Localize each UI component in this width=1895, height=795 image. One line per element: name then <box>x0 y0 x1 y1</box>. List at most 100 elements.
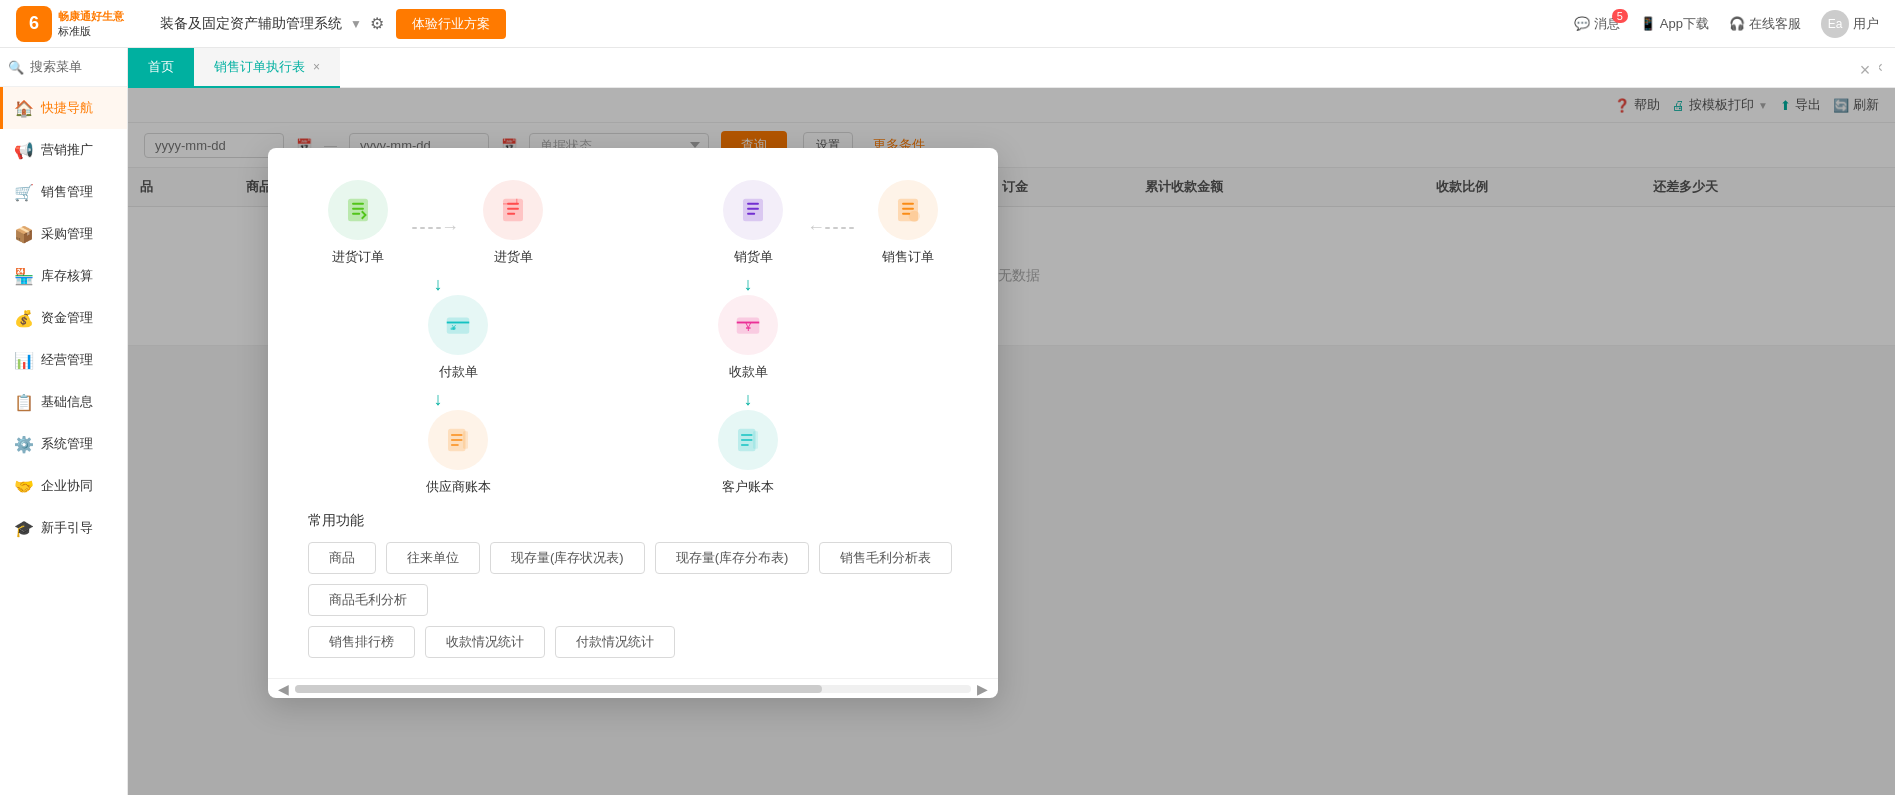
tab-home[interactable]: 首页 <box>128 48 194 88</box>
flow-node-supplier-ledger[interactable]: 供应商账本 <box>408 410 508 496</box>
sidebar-item-label: 新手引导 <box>41 519 93 537</box>
payment-label: 付款单 <box>439 363 478 381</box>
finance-icon: 💰 <box>15 309 33 327</box>
modal-scrollbar[interactable]: ◀ ▶ <box>268 678 998 698</box>
online-service-btn[interactable]: 🎧 在线客服 <box>1729 15 1801 33</box>
scrollbar-thumb <box>295 685 822 693</box>
logo-icon: 6 <box>16 6 52 42</box>
common-btn-payment-stats[interactable]: 付款情况统计 <box>555 626 675 658</box>
sales-icon: 🛒 <box>15 183 33 201</box>
scroll-right-icon[interactable]: ▶ <box>977 681 988 697</box>
sidebar-item-enterprise[interactable]: 🤝 企业协同 <box>0 465 127 507</box>
purchase-order-label: 进货订单 <box>332 248 384 266</box>
flow-node-receipt[interactable]: ¥ 收款单 <box>698 295 798 381</box>
sidebar-item-quick-nav[interactable]: 🏠 快捷导航 <box>0 87 127 129</box>
scroll-left-icon[interactable]: ◀ <box>278 681 289 697</box>
sidebar-item-newbie[interactable]: 🎓 新手引导 <box>0 507 127 549</box>
sidebar-item-system[interactable]: ⚙️ 系统管理 <box>0 423 127 465</box>
tab-close-icon[interactable]: × <box>313 60 320 74</box>
common-btn-receipt-stats[interactable]: 收款情况统计 <box>425 626 545 658</box>
arrow-h-1: → <box>408 217 463 238</box>
sidebar-item-finance[interactable]: 💰 资金管理 <box>0 297 127 339</box>
flow-node-purchase-order[interactable]: 进货订单 <box>308 180 408 266</box>
inventory-icon: 🏪 <box>15 267 33 285</box>
common-btn-goods-profit[interactable]: 商品毛利分析 <box>308 584 428 616</box>
sidebar-item-label: 经营管理 <box>41 351 93 369</box>
payment-icon: ¥ <box>428 295 488 355</box>
message-btn[interactable]: 💬 消息 5 <box>1574 15 1620 33</box>
common-btns-row1: 商品 往来单位 现存量(库存状况表) 现存量(库存分布表) 销售毛利分析表 商品… <box>308 542 958 616</box>
tab-sales-order-exec-label: 销售订单执行表 <box>214 58 305 76</box>
sidebar-item-label: 库存核算 <box>41 267 93 285</box>
sidebar-item-purchase[interactable]: 📦 采购管理 <box>0 213 127 255</box>
tab-home-label: 首页 <box>148 58 174 76</box>
sidebar-item-inventory[interactable]: 🏪 库存核算 <box>0 255 127 297</box>
sidebar: 🔍 搜索菜单 🏠 快捷导航 📢 营销推广 🛒 销售管理 📦 采购管理 <box>0 48 128 795</box>
flow-node-customer-ledger[interactable]: 客户账本 <box>698 410 798 496</box>
common-btns-row2: 销售排行榜 收款情况统计 付款情况统计 <box>308 626 958 658</box>
sidebar-item-operations[interactable]: 📊 经营管理 <box>0 339 127 381</box>
logo-line1: 畅康通好生意 <box>58 9 124 23</box>
purchase-icon: 📦 <box>15 225 33 243</box>
user-menu-btn[interactable]: Ea 用户 <box>1821 10 1879 38</box>
settings-icon[interactable]: ⚙ <box>370 14 384 33</box>
common-btn-goods[interactable]: 商品 <box>308 542 376 574</box>
svg-rect-13 <box>753 431 758 449</box>
purchase-bill-icon <box>483 180 543 240</box>
system-dropdown-icon[interactable]: ▼ <box>350 17 362 31</box>
sidebar-item-label: 快捷导航 <box>41 99 93 117</box>
common-btn-sales-profit[interactable]: 销售毛利分析表 <box>819 542 952 574</box>
tab-sales-order-exec[interactable]: 销售订单执行表 × <box>194 48 340 88</box>
sidebar-item-basic-info[interactable]: 📋 基础信息 <box>0 381 127 423</box>
flow-node-payment[interactable]: ¥ 付款单 <box>408 295 508 381</box>
logo-line2: 标准版 <box>58 24 124 38</box>
download-icon: 📱 <box>1640 16 1656 31</box>
quick-nav-icon: 🏠 <box>15 99 33 117</box>
common-btn-stock-dist[interactable]: 现存量(库存分布表) <box>655 542 810 574</box>
search-label: 搜索菜单 <box>30 58 82 76</box>
sidebar-search[interactable]: 🔍 搜索菜单 <box>0 48 127 87</box>
logo-area: 6 畅康通好生意 标准版 <box>16 6 144 42</box>
common-btn-stock-status[interactable]: 现存量(库存状况表) <box>490 542 645 574</box>
sidebar-item-marketing[interactable]: 📢 营销推广 <box>0 129 127 171</box>
sidebar-item-sales[interactable]: 🛒 销售管理 <box>0 171 127 213</box>
flow-node-purchase-bill[interactable]: 进货单 <box>463 180 563 266</box>
purchase-order-icon <box>328 180 388 240</box>
page-content: ❓ 帮助 🖨 按模板打印 ▼ ⬆ 导出 🔄 刷新 <box>128 88 1895 795</box>
common-btn-counterpart[interactable]: 往来单位 <box>386 542 480 574</box>
sales-bill-label: 销货单 <box>734 248 773 266</box>
sidebar-item-label: 基础信息 <box>41 393 93 411</box>
flow-node-sales-bill[interactable]: 销货单 <box>703 180 803 266</box>
system-icon: ⚙️ <box>15 435 33 453</box>
sales-bill-icon <box>723 180 783 240</box>
app-download-btn[interactable]: 📱 App下载 <box>1640 15 1709 33</box>
basic-info-icon: 📋 <box>15 393 33 411</box>
common-btn-sales-ranking[interactable]: 销售排行榜 <box>308 626 415 658</box>
common-functions-section: 常用功能 商品 往来单位 现存量(库存状况表) 现存量(库存分布表) 销售毛利分… <box>308 512 958 658</box>
sales-order-label: 销售订单 <box>882 248 934 266</box>
tabs-bar: 首页 销售订单执行表 × × <box>128 48 1895 88</box>
supplier-ledger-icon <box>428 410 488 470</box>
quick-guide-modal: 进货订单 → <box>268 148 998 698</box>
flow-node-sales-order[interactable]: 销售订单 <box>858 180 958 266</box>
message-icon: 💬 <box>1574 16 1590 31</box>
avatar: Ea <box>1821 10 1849 38</box>
sidebar-item-label: 企业协同 <box>41 477 93 495</box>
headset-icon: 🎧 <box>1729 16 1745 31</box>
receipt-icon: ¥ <box>718 295 778 355</box>
message-badge: 5 <box>1612 9 1628 23</box>
sidebar-item-label: 营销推广 <box>41 141 93 159</box>
svg-rect-11 <box>463 431 468 449</box>
svg-rect-5 <box>447 318 470 334</box>
sidebar-item-label: 销售管理 <box>41 183 93 201</box>
svg-point-4 <box>909 211 919 221</box>
receipt-label: 收款单 <box>729 363 768 381</box>
trial-button[interactable]: 体验行业方案 <box>396 9 506 39</box>
search-icon: 🔍 <box>8 60 24 75</box>
customer-ledger-label: 客户账本 <box>722 478 774 496</box>
common-functions-title: 常用功能 <box>308 512 958 530</box>
svg-text:¥: ¥ <box>745 322 752 333</box>
enterprise-icon: 🤝 <box>15 477 33 495</box>
newbie-icon: 🎓 <box>15 519 33 537</box>
scrollbar-track[interactable] <box>295 685 971 693</box>
